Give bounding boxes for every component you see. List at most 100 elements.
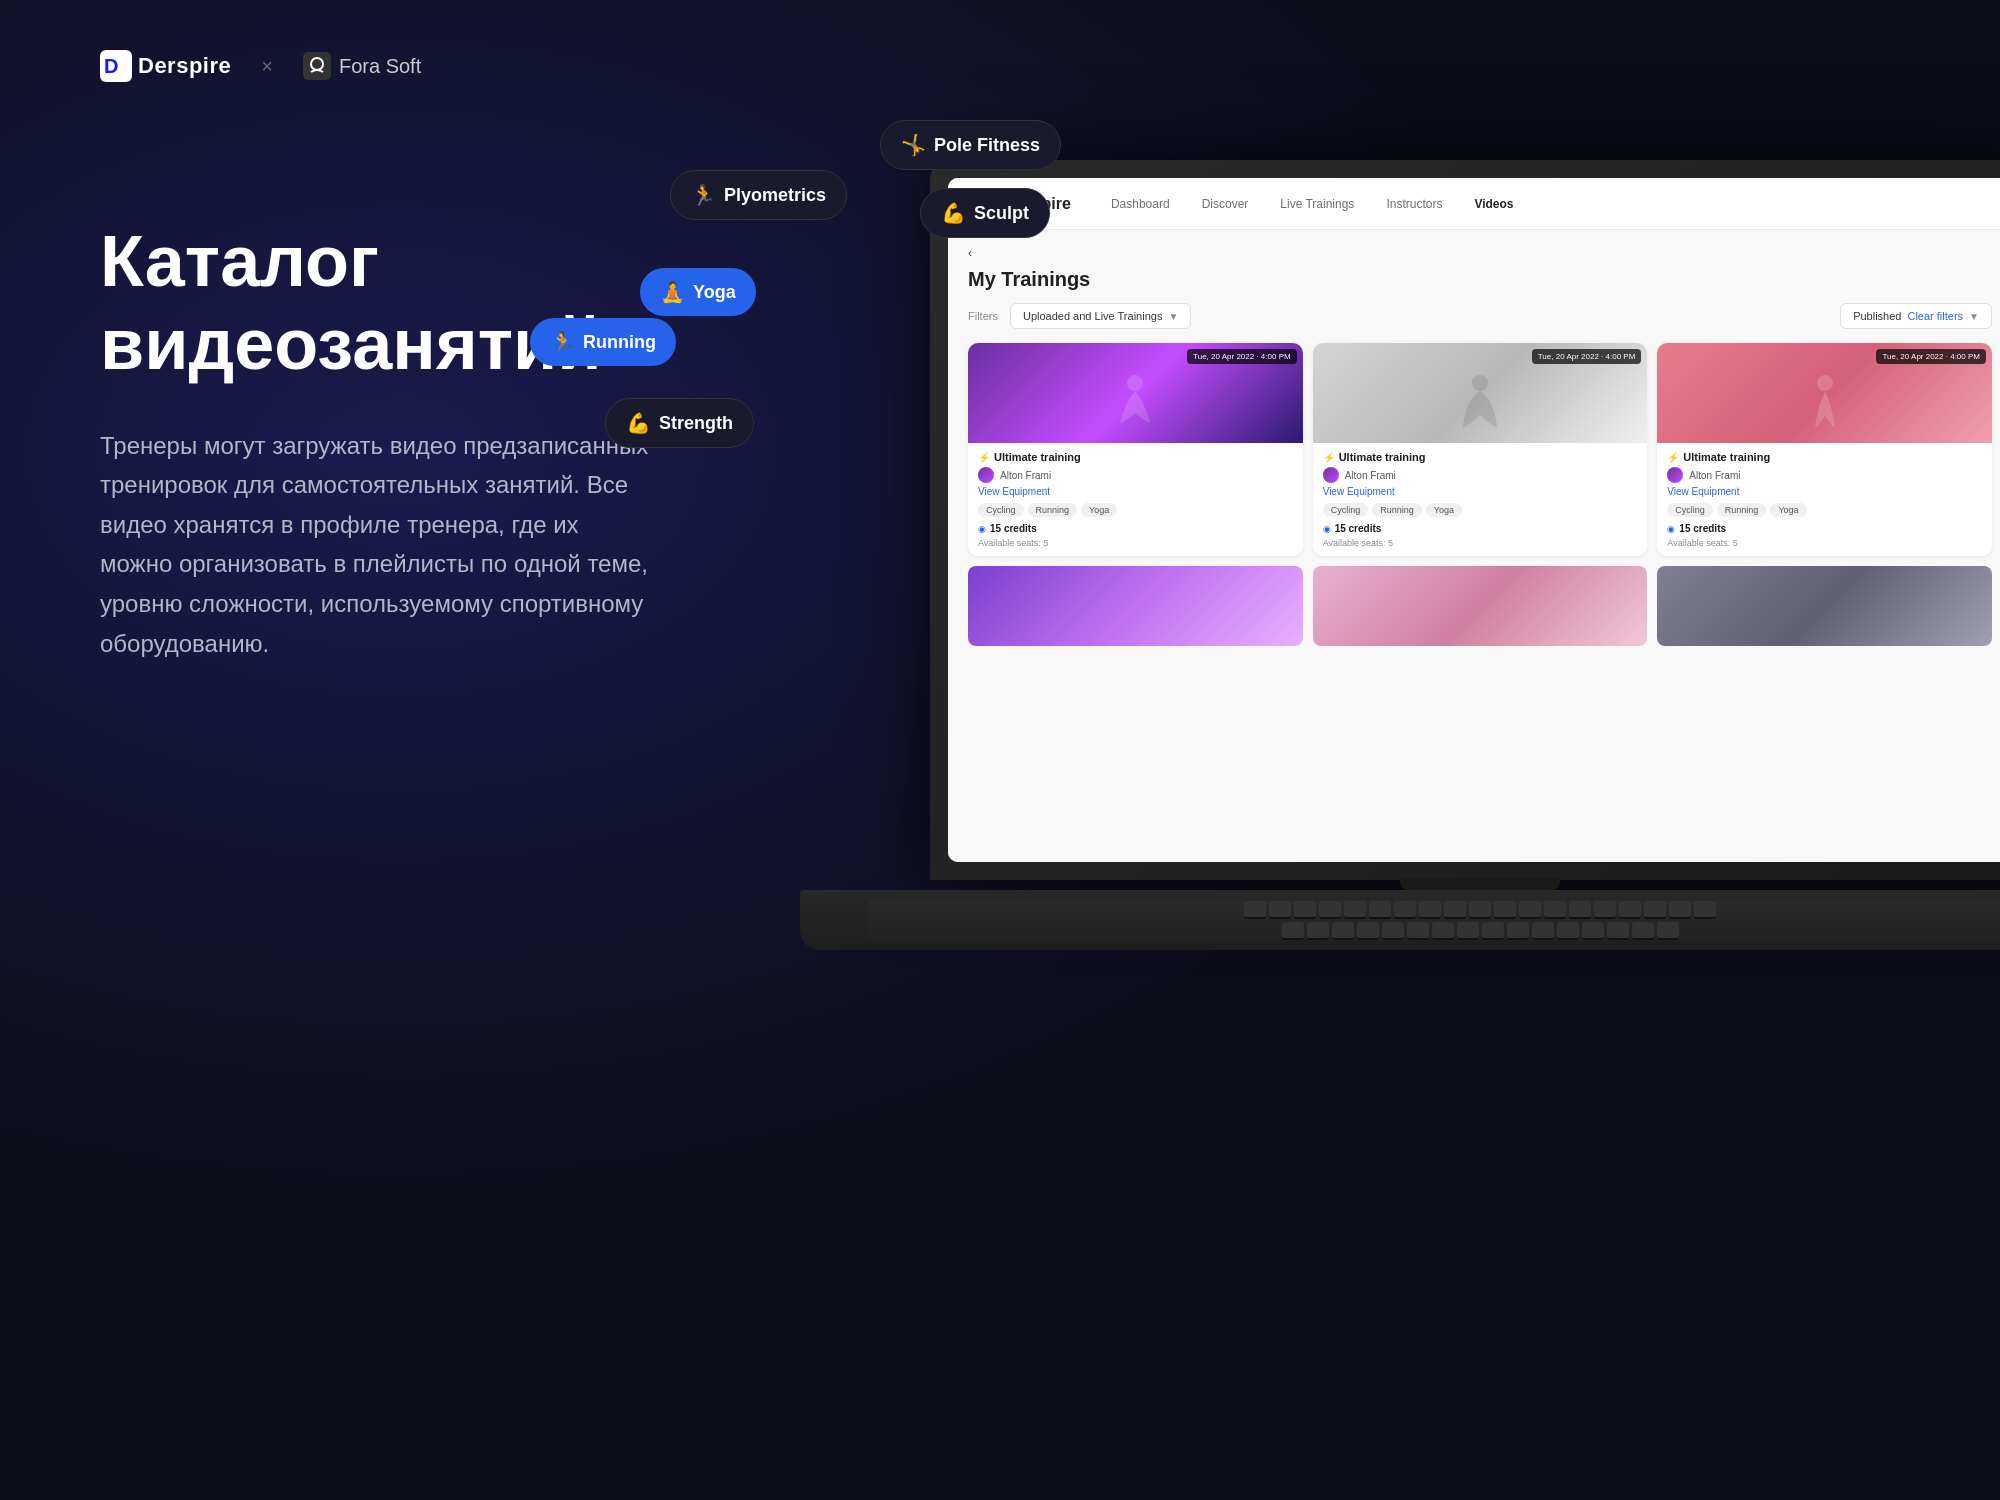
running-label: Running: [583, 332, 656, 353]
derspire-logo-icon: D: [100, 50, 132, 82]
fire-icon-3: ⚡: [1667, 452, 1679, 463]
filter-type-dropdown[interactable]: Uploaded and Live Trainings ▼: [1010, 303, 1191, 329]
sculpt-icon: 💪: [941, 201, 966, 225]
card-image-2: Tue, 20 Apr 2022 · 4:00 PM: [1313, 343, 1648, 443]
section-title: My Trainings: [968, 268, 1992, 291]
bottom-card-1[interactable]: [968, 566, 1303, 646]
card-title-3: Ultimate training: [1683, 451, 1770, 463]
plyometrics-icon: 🏃: [691, 183, 716, 207]
figure-svg-1: [1110, 373, 1160, 443]
bottom-card-2[interactable]: [1313, 566, 1648, 646]
view-equipment-2[interactable]: View Equipment: [1323, 486, 1638, 497]
card-body-3: ⚡ Ultimate training Alton Frami View Equ…: [1657, 443, 1992, 556]
pole-fitness-icon: 🤸: [901, 133, 926, 157]
credits-text-1: 15 credits: [990, 523, 1037, 534]
credits-text-2: 15 credits: [1335, 523, 1382, 534]
tag-cycling-1: Cycling: [978, 503, 1024, 517]
card-image-3: Tue, 20 Apr 2022 · 4:00 PM: [1657, 343, 1992, 443]
nav-dashboard[interactable]: Dashboard: [1111, 197, 1170, 211]
card-tags-2: Cycling Running Yoga: [1323, 503, 1638, 517]
derspire-brand: D Derspire: [100, 50, 231, 82]
fire-icon-2: ⚡: [1323, 452, 1335, 463]
tag-pole-fitness: 🤸 Pole Fitness: [880, 120, 1061, 170]
back-button[interactable]: ‹: [968, 246, 1992, 260]
app-nav: Dashboard Discover Live Trainings Instru…: [1111, 197, 1514, 211]
bottom-card-3[interactable]: [1657, 566, 1992, 646]
keyboard-area: [868, 900, 2000, 940]
card-seats-2: Available seats: 5: [1323, 538, 1638, 548]
fora-soft-icon: [303, 52, 331, 80]
nav-instructors[interactable]: Instructors: [1386, 197, 1442, 211]
card-image-1: Tue, 20 Apr 2022 · 4:00 PM: [968, 343, 1303, 443]
fire-icon-1: ⚡: [978, 452, 990, 463]
pole-fitness-label: Pole Fitness: [934, 135, 1040, 156]
card-title-1: Ultimate training: [994, 451, 1081, 463]
instructor-name-1: Alton Frami: [1000, 470, 1051, 481]
tag-strength: 💪 Strength: [605, 398, 754, 448]
instructor-avatar-1: [978, 467, 994, 483]
training-card-2[interactable]: Tue, 20 Apr 2022 · 4:00 PM ⚡ Ultimate tr…: [1313, 343, 1648, 556]
credits-icon-1: ◉: [978, 524, 986, 534]
description-text: Тренеры могут загружать видео предзаписа…: [100, 426, 650, 664]
top-bar: D Derspire × Fora Soft: [100, 50, 421, 82]
card-seats-3: Available seats: 5: [1667, 538, 1982, 548]
view-equipment-3[interactable]: View Equipment: [1667, 486, 1982, 497]
filters-label: Filters: [968, 310, 998, 322]
svg-text:D: D: [104, 55, 118, 77]
fora-soft-label: Fora Soft: [339, 55, 421, 78]
tag-yoga-2: Yoga: [1426, 503, 1462, 517]
tag-running-1: Running: [1028, 503, 1078, 517]
tag-plyometrics: 🏃 Plyometrics: [670, 170, 847, 220]
left-content: Каталог видеозанятий Тренеры могут загру…: [100, 220, 650, 663]
card-date-badge-1: Tue, 20 Apr 2022 · 4:00 PM: [1187, 349, 1297, 364]
credits-icon-3: ◉: [1667, 524, 1675, 534]
clear-filters-link[interactable]: Clear filters: [1907, 310, 1963, 322]
laptop-hinge: [1400, 878, 1560, 890]
strength-icon: 💪: [626, 411, 651, 435]
brand-separator: ×: [261, 55, 273, 78]
card-title-row-3: ⚡ Ultimate training: [1667, 451, 1982, 463]
training-cards-grid: Tue, 20 Apr 2022 · 4:00 PM ⚡ Ultimate tr…: [968, 343, 1992, 556]
svg-point-8: [1817, 375, 1833, 391]
instructor-avatar-3: [1667, 467, 1683, 483]
card-date-badge-2: Tue, 20 Apr 2022 · 4:00 PM: [1532, 349, 1642, 364]
training-card-1[interactable]: Tue, 20 Apr 2022 · 4:00 PM ⚡ Ultimate tr…: [968, 343, 1303, 556]
filter-status-label: Published: [1853, 310, 1901, 322]
filters-row: Filters Uploaded and Live Trainings ▼ Pu…: [968, 303, 1992, 329]
fora-soft-brand: Fora Soft: [303, 52, 421, 80]
status-dropdown-arrow-icon: ▼: [1969, 311, 1979, 322]
laptop-container: D Derspire Dashboard Discover Live Train…: [880, 160, 2000, 1360]
tag-cycling-2: Cycling: [1323, 503, 1369, 517]
card-title-row-1: ⚡ Ultimate training: [978, 451, 1293, 463]
view-equipment-1[interactable]: View Equipment: [978, 486, 1293, 497]
nav-videos[interactable]: Videos: [1474, 197, 1513, 211]
plyometrics-label: Plyometrics: [724, 185, 826, 206]
sculpt-label: Sculpt: [974, 203, 1029, 224]
running-icon: 🏃: [550, 330, 575, 354]
dropdown-arrow-icon: ▼: [1168, 311, 1178, 322]
tag-yoga-3: Yoga: [1770, 503, 1806, 517]
tag-sculpt: 💪 Sculpt: [920, 188, 1050, 238]
tag-running: 🏃 Running: [530, 318, 676, 366]
figure-svg-3: [1800, 373, 1850, 443]
card-credits-2: ◉ 15 credits: [1323, 523, 1638, 534]
instructor-name-3: Alton Frami: [1689, 470, 1740, 481]
filter-type-label: Uploaded and Live Trainings: [1023, 310, 1162, 322]
tag-running-2: Running: [1372, 503, 1422, 517]
screen-bezel: D Derspire Dashboard Discover Live Train…: [948, 178, 2000, 862]
strength-label: Strength: [659, 413, 733, 434]
figure-svg-2: [1455, 373, 1505, 443]
svg-rect-2: [303, 52, 331, 80]
nav-live-trainings[interactable]: Live Trainings: [1280, 197, 1354, 211]
instructor-avatar-2: [1323, 467, 1339, 483]
filter-status-dropdown[interactable]: Published Clear filters ▼: [1840, 303, 1992, 329]
nav-discover[interactable]: Discover: [1202, 197, 1249, 211]
credits-text-3: 15 credits: [1679, 523, 1726, 534]
card-tags-3: Cycling Running Yoga: [1667, 503, 1982, 517]
laptop-screen-body: D Derspire Dashboard Discover Live Train…: [930, 160, 2000, 880]
yoga-icon: 🧘: [660, 280, 685, 304]
card-title-2: Ultimate training: [1339, 451, 1426, 463]
training-card-3[interactable]: Tue, 20 Apr 2022 · 4:00 PM ⚡ Ultimate tr…: [1657, 343, 1992, 556]
card-credits-1: ◉ 15 credits: [978, 523, 1293, 534]
card-title-row-2: ⚡ Ultimate training: [1323, 451, 1638, 463]
